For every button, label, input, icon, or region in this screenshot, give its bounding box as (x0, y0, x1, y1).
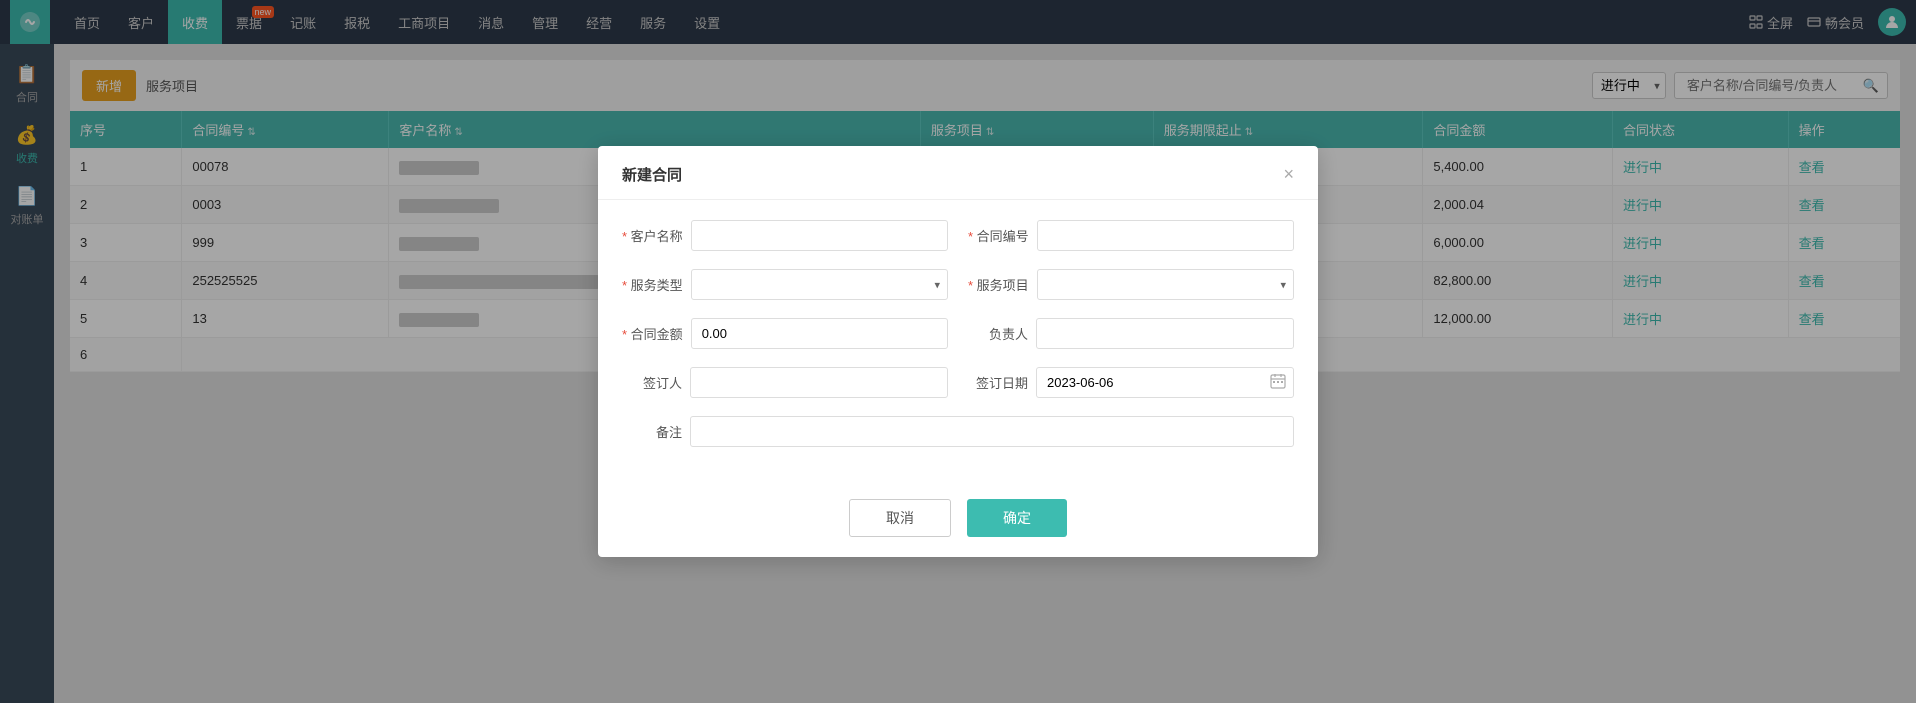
calendar-icon[interactable] (1270, 373, 1286, 392)
contract-amount-label: 合同金额 (622, 324, 683, 343)
sign-date-wrap (1036, 367, 1294, 398)
signer-input[interactable] (690, 367, 948, 398)
service-item-select[interactable]: 小规模记账 一般纳税人记账 (1037, 269, 1294, 300)
remark-input[interactable] (690, 416, 1294, 447)
responsible-input[interactable] (1036, 318, 1294, 349)
form-group-service-item: 服务项目 小规模记账 一般纳税人记账 (968, 269, 1294, 300)
modal-title: 新建合同 (622, 164, 682, 185)
form-group-amount: 合同金额 (622, 318, 948, 349)
form-group-remark: 备注 (622, 416, 1294, 447)
contract-amount-input[interactable] (691, 318, 948, 349)
customer-name-input[interactable] (691, 220, 948, 251)
signer-label: 签订人 (622, 373, 682, 392)
cancel-button[interactable]: 取消 (849, 499, 951, 537)
modal-close-button[interactable]: × (1283, 164, 1294, 185)
new-contract-modal: 新建合同 × 客户名称 合同编号 服务类型 (598, 146, 1318, 557)
form-group-signer: 签订人 (622, 367, 948, 398)
contract-no-input[interactable] (1037, 220, 1294, 251)
modal-body: 客户名称 合同编号 服务类型 月度服务 年度服务 (598, 200, 1318, 485)
modal-header: 新建合同 × (598, 146, 1318, 200)
service-item-label: 服务项目 (968, 275, 1029, 294)
service-item-select-wrap: 小规模记账 一般纳税人记账 (1037, 269, 1294, 300)
form-group-customer: 客户名称 (622, 220, 948, 251)
form-row-5: 备注 (622, 416, 1294, 447)
service-type-label: 服务类型 (622, 275, 683, 294)
confirm-button[interactable]: 确定 (967, 499, 1067, 537)
contract-no-label: 合同编号 (968, 226, 1029, 245)
remark-label: 备注 (622, 422, 682, 441)
form-group-contract-no: 合同编号 (968, 220, 1294, 251)
modal-footer: 取消 确定 (598, 485, 1318, 557)
form-row-2: 服务类型 月度服务 年度服务 服务项目 小规模记账 (622, 269, 1294, 300)
sign-date-input[interactable] (1036, 367, 1294, 398)
form-group-service-type: 服务类型 月度服务 年度服务 (622, 269, 948, 300)
form-row-3: 合同金额 负责人 (622, 318, 1294, 349)
modal-overlay: 新建合同 × 客户名称 合同编号 服务类型 (0, 0, 1916, 703)
form-row-4: 签订人 签订日期 (622, 367, 1294, 398)
service-type-select[interactable]: 月度服务 年度服务 (691, 269, 948, 300)
service-type-select-wrap: 月度服务 年度服务 (691, 269, 948, 300)
customer-name-label: 客户名称 (622, 226, 683, 245)
sign-date-label: 签订日期 (968, 373, 1028, 392)
responsible-label: 负责人 (968, 324, 1028, 343)
form-row-1: 客户名称 合同编号 (622, 220, 1294, 251)
form-group-sign-date: 签订日期 (968, 367, 1294, 398)
form-group-responsible: 负责人 (968, 318, 1294, 349)
